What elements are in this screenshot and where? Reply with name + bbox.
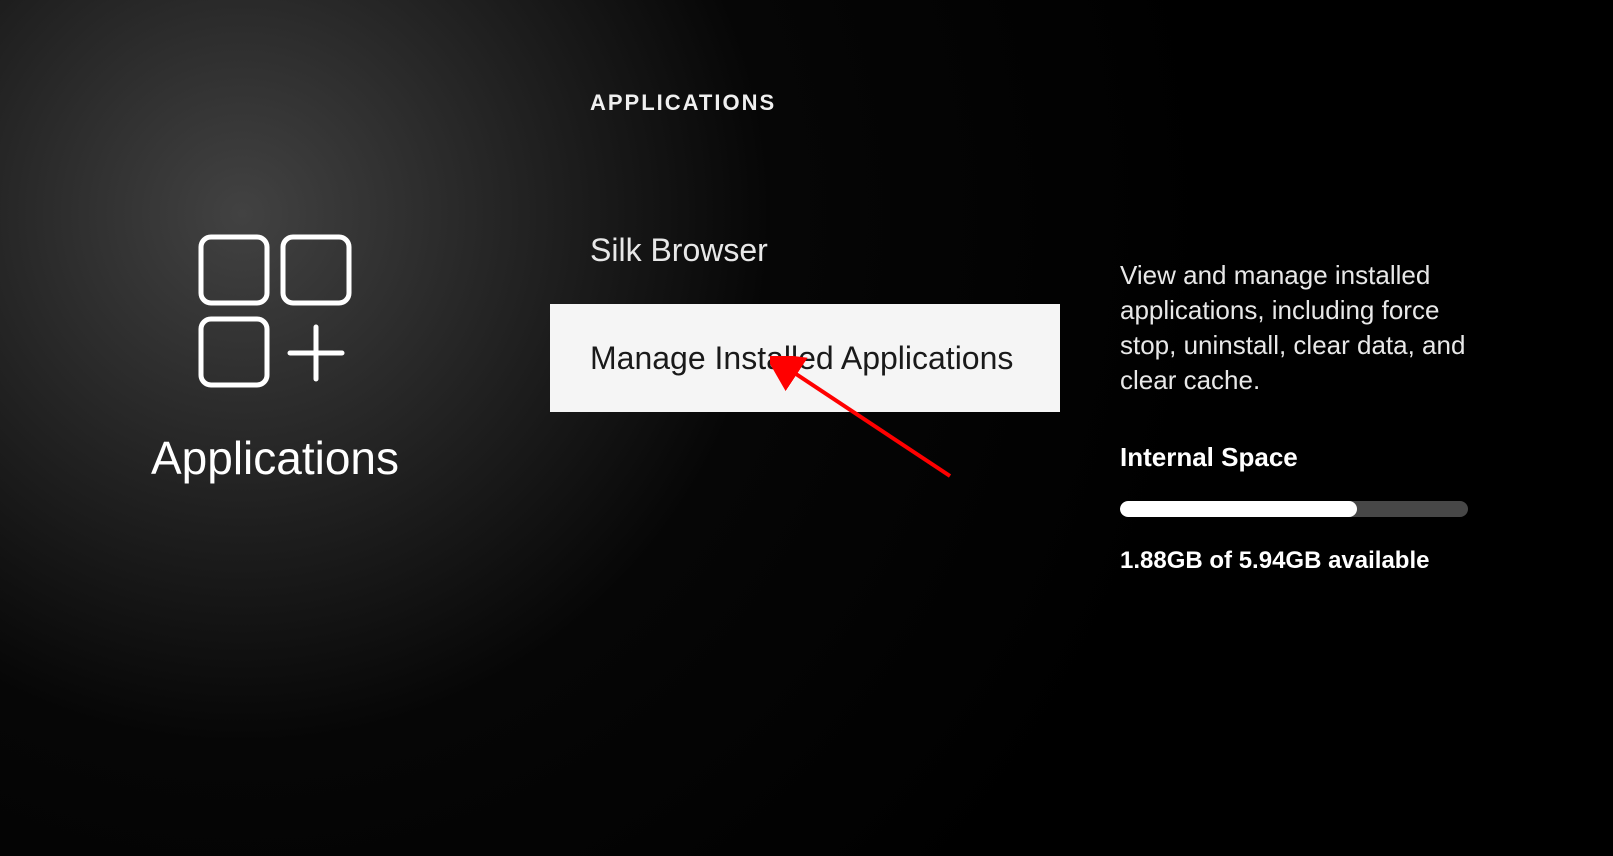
menu-item-description: View and manage installed applications, … bbox=[1120, 258, 1480, 398]
menu-item-silk-browser[interactable]: Silk Browser bbox=[550, 196, 1060, 304]
menu-item-label: Manage Installed Applications bbox=[590, 340, 1013, 377]
menu-item-manage-installed-applications[interactable]: Manage Installed Applications bbox=[550, 304, 1060, 412]
storage-title: Internal Space bbox=[1120, 442, 1493, 473]
category-panel: Applications bbox=[0, 0, 550, 856]
settings-menu: APPLICATIONS Silk Browser Manage Install… bbox=[550, 0, 1060, 856]
menu-item-label: Silk Browser bbox=[590, 232, 768, 269]
detail-panel: View and manage installed applications, … bbox=[1060, 0, 1613, 856]
category-title: Applications bbox=[151, 431, 399, 485]
storage-progress-bar bbox=[1120, 501, 1468, 517]
applications-settings-screen: Applications APPLICATIONS Silk Browser M… bbox=[0, 0, 1613, 856]
applications-icon bbox=[195, 231, 355, 391]
storage-available-text: 1.88GB of 5.94GB available bbox=[1120, 547, 1493, 575]
storage-progress-fill bbox=[1120, 501, 1357, 517]
section-header: APPLICATIONS bbox=[590, 90, 1060, 116]
